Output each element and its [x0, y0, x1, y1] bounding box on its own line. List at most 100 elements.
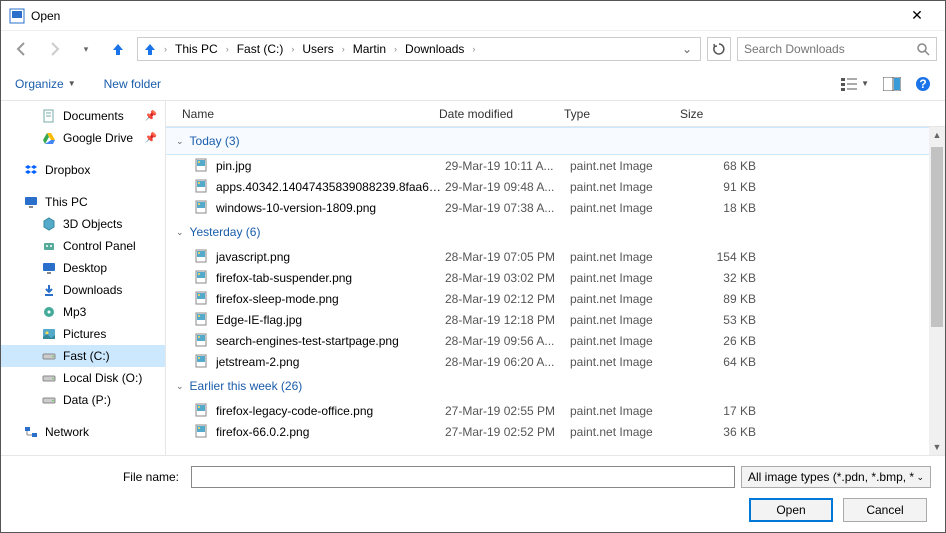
- file-row[interactable]: firefox-66.0.2.png27-Mar-19 02:52 PMpain…: [166, 421, 945, 442]
- search-field[interactable]: [744, 42, 916, 56]
- scroll-up-icon[interactable]: ▲: [929, 127, 945, 143]
- image-file-icon: [194, 158, 210, 174]
- refresh-button[interactable]: [707, 37, 731, 61]
- file-row[interactable]: firefox-legacy-code-office.png27-Mar-19 …: [166, 400, 945, 421]
- pc-icon: [23, 194, 39, 210]
- new-folder-button[interactable]: New folder: [104, 77, 161, 91]
- cpanel-icon: [41, 238, 57, 254]
- scrollbar[interactable]: ▲ ▼: [929, 127, 945, 455]
- dropbox-icon: [23, 162, 39, 178]
- filename-label: File name:: [15, 470, 185, 484]
- sidebar: Documents 📌 Google Drive 📌 Dropbox This …: [1, 101, 166, 455]
- desktop-icon: [41, 260, 57, 276]
- chevron-down-icon: ⌄: [176, 381, 184, 392]
- image-file-icon: [194, 424, 210, 440]
- preview-pane-button[interactable]: [883, 77, 901, 91]
- document-icon: [41, 108, 57, 124]
- sidebar-item-pictures[interactable]: Pictures: [1, 323, 165, 345]
- file-list: ⌄Today (3)pin.jpg29-Mar-19 10:11 A...pai…: [166, 127, 945, 455]
- file-row[interactable]: firefox-tab-suspender.png28-Mar-19 03:02…: [166, 267, 945, 288]
- search-icon[interactable]: [916, 42, 930, 56]
- drive-icon: [41, 392, 57, 408]
- image-file-icon: [194, 403, 210, 419]
- filename-input[interactable]: [191, 466, 735, 488]
- svg-text:?: ?: [919, 77, 926, 91]
- pin-icon: 📌: [145, 111, 157, 122]
- image-file-icon: [194, 354, 210, 370]
- open-button[interactable]: Open: [749, 498, 833, 522]
- search-input[interactable]: [737, 37, 937, 61]
- window-title: Open: [31, 9, 897, 23]
- column-date[interactable]: Date modified: [439, 107, 564, 121]
- column-type[interactable]: Type: [564, 107, 680, 121]
- sidebar-item-network[interactable]: Network: [1, 421, 165, 443]
- breadcrumb-item[interactable]: This PC: [171, 40, 222, 58]
- file-row[interactable]: search-engines-test-startpage.png28-Mar-…: [166, 330, 945, 351]
- close-icon[interactable]: ✕: [897, 7, 937, 24]
- group-header[interactable]: ⌄Today (3): [166, 127, 945, 155]
- help-icon[interactable]: ?: [915, 76, 931, 92]
- group-header[interactable]: ⌄Yesterday (6): [166, 218, 945, 246]
- folder-icon: [142, 41, 158, 57]
- back-button[interactable]: [9, 36, 35, 62]
- image-file-icon: [194, 179, 210, 195]
- sidebar-item-google-drive[interactable]: Google Drive 📌: [1, 127, 165, 149]
- file-row[interactable]: jetstream-2.png28-Mar-19 06:20 A...paint…: [166, 351, 945, 372]
- chevron-down-icon: ⌄: [176, 136, 184, 147]
- network-icon: [23, 424, 39, 440]
- file-row[interactable]: firefox-sleep-mode.png28-Mar-19 02:12 PM…: [166, 288, 945, 309]
- sidebar-item-dropbox[interactable]: Dropbox: [1, 159, 165, 181]
- image-file-icon: [194, 249, 210, 265]
- gdrive-icon: [41, 130, 57, 146]
- pin-icon: 📌: [145, 133, 157, 144]
- app-icon: [9, 8, 25, 24]
- sidebar-item-3d-objects[interactable]: 3D Objects: [1, 213, 165, 235]
- sidebar-item-data-p-[interactable]: Data (P:): [1, 389, 165, 411]
- file-row[interactable]: Edge-IE-flag.jpg28-Mar-19 12:18 PMpaint.…: [166, 309, 945, 330]
- sidebar-item-control-panel[interactable]: Control Panel: [1, 235, 165, 257]
- file-row[interactable]: pin.jpg29-Mar-19 10:11 A...paint.net Ima…: [166, 155, 945, 176]
- scroll-thumb[interactable]: [931, 147, 943, 327]
- sidebar-item-desktop[interactable]: Desktop: [1, 257, 165, 279]
- scroll-down-icon[interactable]: ▼: [929, 439, 945, 455]
- view-options-button[interactable]: ▼: [841, 77, 869, 91]
- pictures-icon: [41, 326, 57, 342]
- image-file-icon: [194, 291, 210, 307]
- filetype-dropdown[interactable]: All image types (*.pdn, *.bmp, * ⌄: [741, 466, 931, 488]
- sidebar-item-local-disk-o-[interactable]: Local Disk (O:): [1, 367, 165, 389]
- column-name[interactable]: Name: [182, 107, 439, 121]
- column-headers[interactable]: Name Date modified Type Size: [166, 101, 945, 127]
- sidebar-item-documents[interactable]: Documents 📌: [1, 105, 165, 127]
- sidebar-item-mp3[interactable]: Mp3: [1, 301, 165, 323]
- breadcrumb-item[interactable]: Fast (C:): [233, 40, 288, 58]
- chevron-down-icon: ⌄: [916, 472, 924, 483]
- downloads-icon: [41, 282, 57, 298]
- recent-dropdown-icon[interactable]: ▾: [73, 36, 99, 62]
- forward-button[interactable]: [41, 36, 67, 62]
- drive-icon: [41, 370, 57, 386]
- file-row[interactable]: apps.40342.14047435839088239.8faa635f-..…: [166, 176, 945, 197]
- breadcrumb-item[interactable]: Downloads: [401, 40, 468, 58]
- image-file-icon: [194, 200, 210, 216]
- cancel-button[interactable]: Cancel: [843, 498, 927, 522]
- breadcrumb[interactable]: › This PC› Fast (C:)› Users› Martin› Dow…: [137, 37, 701, 61]
- cube-icon: [41, 216, 57, 232]
- image-file-icon: [194, 270, 210, 286]
- file-row[interactable]: windows-10-version-1809.png29-Mar-19 07:…: [166, 197, 945, 218]
- organize-button[interactable]: Organize ▼: [15, 77, 76, 91]
- sidebar-item-downloads[interactable]: Downloads: [1, 279, 165, 301]
- up-button[interactable]: [105, 36, 131, 62]
- group-header[interactable]: ⌄Earlier this week (26): [166, 372, 945, 400]
- chevron-right-icon: ›: [162, 44, 169, 54]
- column-size[interactable]: Size: [680, 107, 760, 121]
- chevron-down-icon: ⌄: [176, 227, 184, 238]
- image-file-icon: [194, 333, 210, 349]
- drive-icon: [41, 348, 57, 364]
- file-row[interactable]: javascript.png28-Mar-19 07:05 PMpaint.ne…: [166, 246, 945, 267]
- sidebar-item-fast-c-[interactable]: Fast (C:): [1, 345, 165, 367]
- music-icon: [41, 304, 57, 320]
- breadcrumb-dropdown-icon[interactable]: ⌄: [678, 42, 696, 56]
- breadcrumb-item[interactable]: Users: [298, 40, 337, 58]
- sidebar-item-this-pc[interactable]: This PC: [1, 191, 165, 213]
- breadcrumb-item[interactable]: Martin: [349, 40, 390, 58]
